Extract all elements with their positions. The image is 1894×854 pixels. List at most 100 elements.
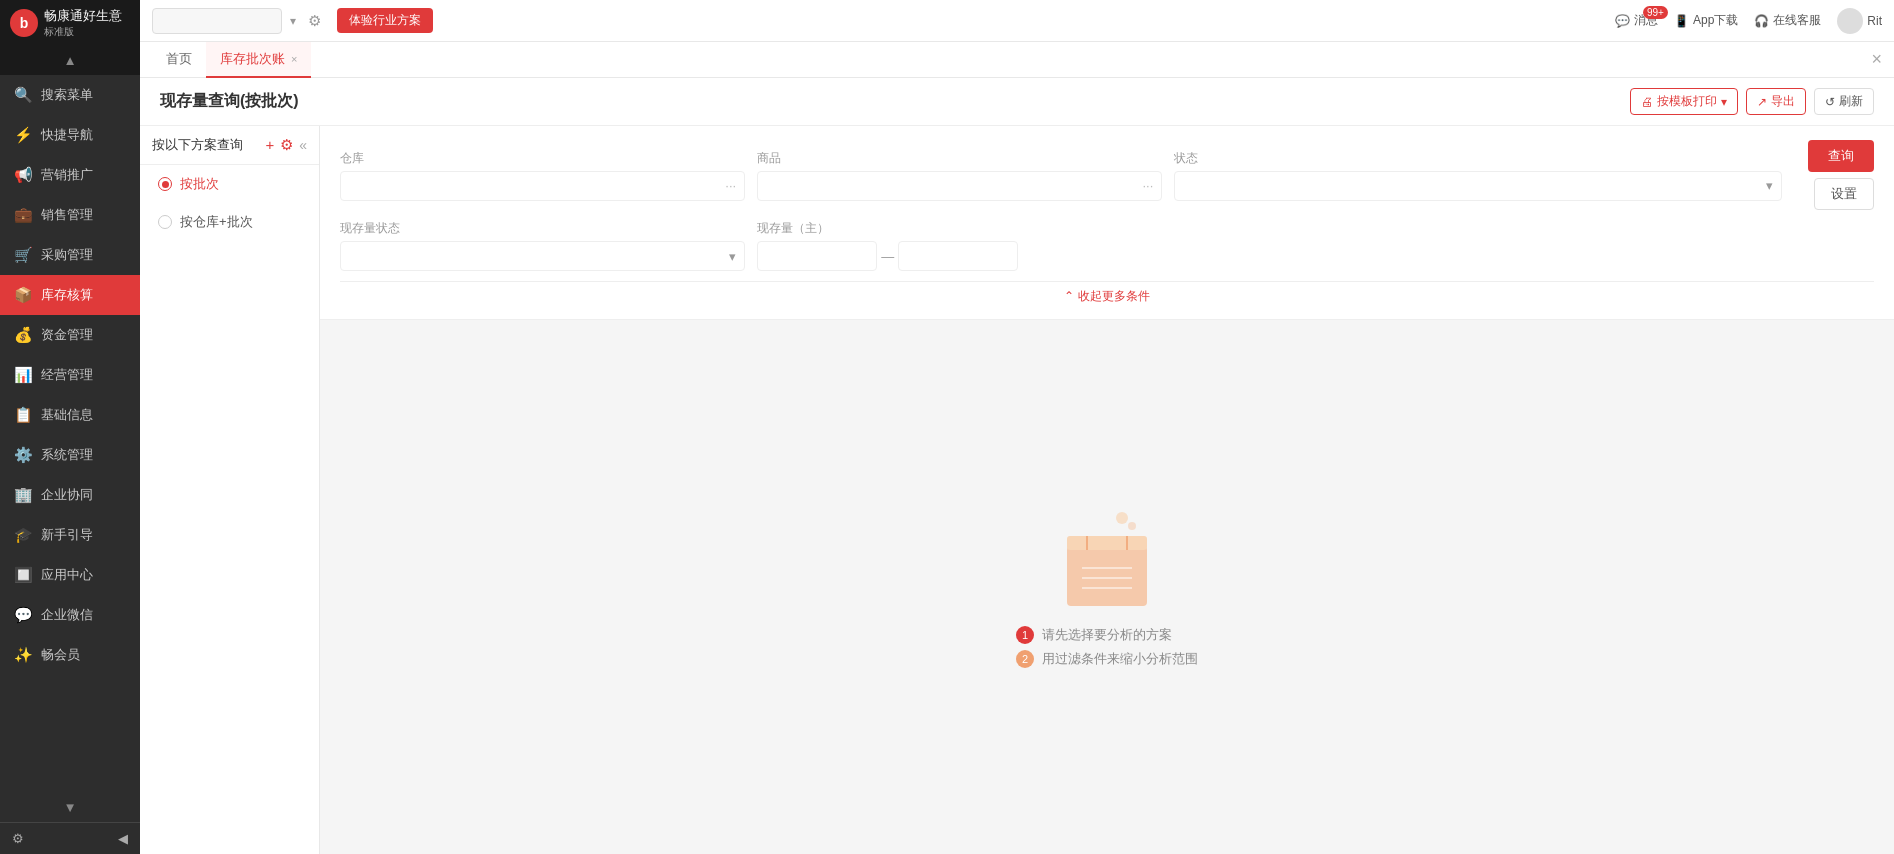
sidebar-collapse-btn[interactable]: ◀ — [118, 831, 128, 846]
sidebar-scroll-up[interactable]: ▲ — [0, 49, 140, 72]
topbar-right: 💬 消息 99+ 📱 App下载 🎧 在线客服 Rit — [1615, 8, 1882, 34]
sidebar-item-finance[interactable]: 💰 资金管理 — [0, 315, 140, 355]
stock-qty-label: 现存量（主） — [757, 220, 1162, 237]
brand-name: 畅康通好生意 — [44, 8, 122, 25]
sidebar-item-wechat[interactable]: 💬 企业微信 — [0, 595, 140, 635]
sidebar-item-label: 经营管理 — [41, 366, 93, 384]
stock-status-select[interactable]: ▾ — [340, 241, 745, 271]
message-badge: 99+ — [1643, 6, 1668, 19]
brand-info: 畅康通好生意 标准版 — [44, 8, 122, 38]
topbar-message-btn[interactable]: 💬 消息 99+ — [1615, 12, 1658, 29]
refresh-button[interactable]: ↺ 刷新 — [1814, 88, 1874, 115]
cart-icon: 🛒 — [14, 246, 33, 264]
empty-illustration — [1047, 506, 1167, 606]
warehouse-more-icon[interactable]: ··· — [725, 178, 736, 193]
product-input[interactable]: ··· — [757, 171, 1162, 201]
warehouse-input[interactable]: ··· — [340, 171, 745, 201]
topbar-app-btn[interactable]: 📱 App下载 — [1674, 12, 1738, 29]
sidebar-item-sales[interactable]: 💼 销售管理 — [0, 195, 140, 235]
product-more-icon[interactable]: ··· — [1142, 178, 1153, 193]
service-label: 在线客服 — [1773, 12, 1821, 29]
sidebar-item-member[interactable]: ✨ 畅会员 — [0, 635, 140, 675]
tab-batch-account[interactable]: 库存批次账 × — [206, 42, 311, 78]
hint-num-1: 1 — [1016, 626, 1034, 644]
filter-collapse-btn[interactable]: « — [299, 137, 307, 153]
query-form: 仓库 ··· 商品 ··· 状态 — [320, 126, 1894, 320]
filter-panel: 按以下方案查询 + ⚙ « 按批次 按仓库+批次 — [140, 126, 320, 854]
sidebar-item-label: 快捷导航 — [41, 126, 93, 144]
trial-button[interactable]: 体验行业方案 — [337, 8, 433, 33]
filter-settings-btn[interactable]: ⚙ — [280, 137, 293, 153]
sidebar-item-newbie[interactable]: 🎓 新手引导 — [0, 515, 140, 555]
grid-icon: 🔲 — [14, 566, 33, 584]
template-print-button[interactable]: 🖨 按模板打印 ▾ — [1630, 88, 1738, 115]
tabs-close-all-btn[interactable]: × — [1871, 49, 1882, 70]
query-row-2: 现存量状态 ▾ 现存量（主） — — [340, 220, 1874, 271]
search-icon: 🔍 — [14, 86, 33, 104]
export-icon: ↗ — [1757, 95, 1767, 109]
filter-add-btn[interactable]: + — [265, 137, 274, 153]
stock-qty-max-input[interactable] — [898, 241, 1018, 271]
main-area: ▾ ⚙ 体验行业方案 💬 消息 99+ 📱 App下载 🎧 在线客服 Rit — [140, 0, 1894, 854]
tab-close-icon[interactable]: × — [291, 53, 297, 65]
filter-panel-title: 按以下方案查询 — [152, 136, 243, 154]
settings-button[interactable]: 设置 — [1814, 178, 1874, 210]
sidebar-settings-btn[interactable]: ⚙ — [12, 831, 24, 846]
sidebar-item-search[interactable]: 🔍 搜索菜单 — [0, 75, 140, 115]
briefcase-icon: 💼 — [14, 206, 33, 224]
topbar: ▾ ⚙ 体验行业方案 💬 消息 99+ 📱 App下载 🎧 在线客服 Rit — [140, 0, 1894, 42]
topbar-dropdown-icon[interactable]: ▾ — [290, 14, 296, 28]
topbar-search-input[interactable] — [152, 8, 282, 34]
sidebar-item-operation[interactable]: 📊 经营管理 — [0, 355, 140, 395]
chevron-down-icon: ▾ — [1721, 95, 1727, 109]
tab-home-label: 首页 — [166, 50, 192, 68]
user-name: Rit — [1867, 14, 1882, 28]
lightning-icon: ⚡ — [14, 126, 33, 144]
sidebar-item-appstore[interactable]: 🔲 应用中心 — [0, 555, 140, 595]
sidebar-item-enterprise[interactable]: 🏢 企业协同 — [0, 475, 140, 515]
sidebar-item-label: 基础信息 — [41, 406, 93, 424]
svg-rect-1 — [1067, 536, 1147, 550]
sidebar-scroll-down[interactable]: ▼ — [0, 796, 140, 819]
query-button[interactable]: 查询 — [1808, 140, 1874, 172]
box-icon: 📦 — [14, 286, 33, 304]
sidebar-item-label: 畅会员 — [41, 646, 80, 664]
page-header-actions: 🖨 按模板打印 ▾ ↗ 导出 ↺ 刷新 — [1630, 88, 1874, 115]
sidebar-item-inventory[interactable]: 📦 库存核算 — [0, 275, 140, 315]
megaphone-icon: 📢 — [14, 166, 33, 184]
filter-radio-by-warehouse — [158, 215, 172, 229]
status-label: 状态 — [1174, 150, 1782, 167]
content-area: 按以下方案查询 + ⚙ « 按批次 按仓库+批次 — [140, 126, 1894, 854]
topbar-gear-icon[interactable]: ⚙ — [308, 12, 321, 30]
star-icon: ✨ — [14, 646, 33, 664]
filter-item-by-batch[interactable]: 按批次 — [140, 165, 319, 203]
stock-qty-min-input[interactable] — [757, 241, 877, 271]
sidebar: b 畅康通好生意 标准版 ▲ 🔍 搜索菜单 ⚡ 快捷导航 📢 营销推广 💼 销售… — [0, 0, 140, 854]
building-icon: 🏢 — [14, 486, 33, 504]
sidebar-item-label: 资金管理 — [41, 326, 93, 344]
sidebar-item-quick-nav[interactable]: ⚡ 快捷导航 — [0, 115, 140, 155]
status-select[interactable]: ▾ — [1174, 171, 1782, 201]
sidebar-item-purchase[interactable]: 🛒 采购管理 — [0, 235, 140, 275]
query-actions: 查询 设置 — [1794, 140, 1874, 210]
print-icon: 🖨 — [1641, 95, 1653, 109]
chat-icon: 💬 — [14, 606, 33, 624]
sidebar-item-marketing[interactable]: 📢 营销推广 — [0, 155, 140, 195]
collapse-conditions-btn[interactable]: ⌃ 收起更多条件 — [340, 281, 1874, 311]
sidebar-nav: 🔍 搜索菜单 ⚡ 快捷导航 📢 营销推广 💼 销售管理 🛒 采购管理 📦 库存核… — [0, 75, 140, 793]
filter-header: 按以下方案查询 + ⚙ « — [140, 126, 319, 165]
money-icon: 💰 — [14, 326, 33, 344]
sidebar-item-base[interactable]: 📋 基础信息 — [0, 395, 140, 435]
topbar-service-btn[interactable]: 🎧 在线客服 — [1754, 12, 1821, 29]
warehouse-field: 仓库 ··· — [340, 150, 745, 201]
tab-home[interactable]: 首页 — [152, 42, 206, 78]
topbar-user-btn[interactable]: Rit — [1837, 8, 1882, 34]
status-field: 状态 ▾ — [1174, 150, 1782, 201]
sidebar-item-system[interactable]: ⚙️ 系统管理 — [0, 435, 140, 475]
stock-status-label: 现存量状态 — [340, 220, 745, 237]
stock-status-field: 现存量状态 ▾ — [340, 220, 745, 271]
filter-item-by-warehouse-batch[interactable]: 按仓库+批次 — [140, 203, 319, 241]
export-button[interactable]: ↗ 导出 — [1746, 88, 1806, 115]
empty-hints: 1 请先选择要分析的方案 2 用过滤条件来缩小分析范围 — [1016, 626, 1198, 668]
chevron-down-icon: ▾ — [1766, 178, 1773, 193]
